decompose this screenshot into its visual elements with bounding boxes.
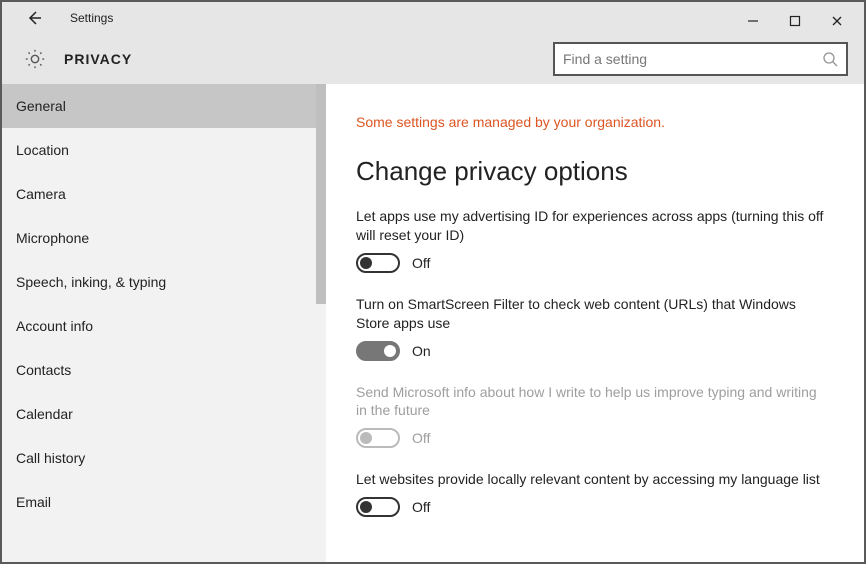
sidebar-item-label: General <box>16 98 66 114</box>
toggle-smartscreen[interactable] <box>356 341 400 361</box>
body: General Location Camera Microphone Speec… <box>2 84 864 562</box>
sidebar-item-label: Calendar <box>16 406 73 422</box>
option-label: Let apps use my advertising ID for exper… <box>356 207 824 245</box>
back-button[interactable] <box>24 8 44 28</box>
sidebar-item-contacts[interactable]: Contacts <box>2 348 326 392</box>
option-advertising-id: Let apps use my advertising ID for exper… <box>356 207 824 273</box>
option-label: Turn on SmartScreen Filter to check web … <box>356 295 824 333</box>
toggle-state: Off <box>412 430 430 446</box>
sidebar-item-email[interactable]: Email <box>2 480 326 524</box>
close-icon <box>831 15 843 27</box>
sidebar-item-camera[interactable]: Camera <box>2 172 326 216</box>
arrow-left-icon <box>25 9 43 27</box>
search-box[interactable] <box>553 42 848 76</box>
toggle-language-list[interactable] <box>356 497 400 517</box>
category-title: PRIVACY <box>64 51 132 67</box>
content: Some settings are managed by your organi… <box>326 84 864 562</box>
toggle-advertising-id[interactable] <box>356 253 400 273</box>
option-label: Send Microsoft info about how I write to… <box>356 383 824 421</box>
header: Settings PRIVACY <box>2 2 864 84</box>
org-notice: Some settings are managed by your organi… <box>356 114 824 130</box>
option-smartscreen: Turn on SmartScreen Filter to check web … <box>356 295 824 361</box>
sidebar-item-label: Location <box>16 142 69 158</box>
option-language-list: Let websites provide locally relevant co… <box>356 470 824 517</box>
gear-icon <box>24 48 46 70</box>
sidebar-item-label: Speech, inking, & typing <box>16 274 166 290</box>
sidebar-item-label: Account info <box>16 318 93 334</box>
sidebar-item-label: Email <box>16 494 51 510</box>
sidebar-item-label: Microphone <box>16 230 89 246</box>
sidebar-scrollbar[interactable] <box>316 84 326 304</box>
toggle-send-info <box>356 428 400 448</box>
close-button[interactable] <box>816 8 858 34</box>
sidebar-item-label: Call history <box>16 450 85 466</box>
window-controls <box>732 8 858 34</box>
sidebar-item-label: Camera <box>16 186 66 202</box>
minimize-button[interactable] <box>732 8 774 34</box>
settings-window: Settings PRIVACY <box>0 0 866 564</box>
option-send-info: Send Microsoft info about how I write to… <box>356 383 824 449</box>
maximize-button[interactable] <box>774 8 816 34</box>
toggle-state: On <box>412 343 431 359</box>
sidebar: General Location Camera Microphone Speec… <box>2 84 326 562</box>
sidebar-item-call-history[interactable]: Call history <box>2 436 326 480</box>
maximize-icon <box>789 15 801 27</box>
sidebar-item-general[interactable]: General <box>2 84 326 128</box>
sidebar-item-microphone[interactable]: Microphone <box>2 216 326 260</box>
toggle-state: Off <box>412 255 430 271</box>
section-title: Change privacy options <box>356 156 824 187</box>
sidebar-item-location[interactable]: Location <box>2 128 326 172</box>
sidebar-item-calendar[interactable]: Calendar <box>2 392 326 436</box>
option-label: Let websites provide locally relevant co… <box>356 470 824 489</box>
app-title: Settings <box>70 11 113 25</box>
toggle-state: Off <box>412 499 430 515</box>
sidebar-item-speech[interactable]: Speech, inking, & typing <box>2 260 326 304</box>
sidebar-item-label: Contacts <box>16 362 71 378</box>
minimize-icon <box>747 15 759 27</box>
search-input[interactable] <box>563 51 816 67</box>
search-icon <box>822 51 838 67</box>
sidebar-item-account-info[interactable]: Account info <box>2 304 326 348</box>
